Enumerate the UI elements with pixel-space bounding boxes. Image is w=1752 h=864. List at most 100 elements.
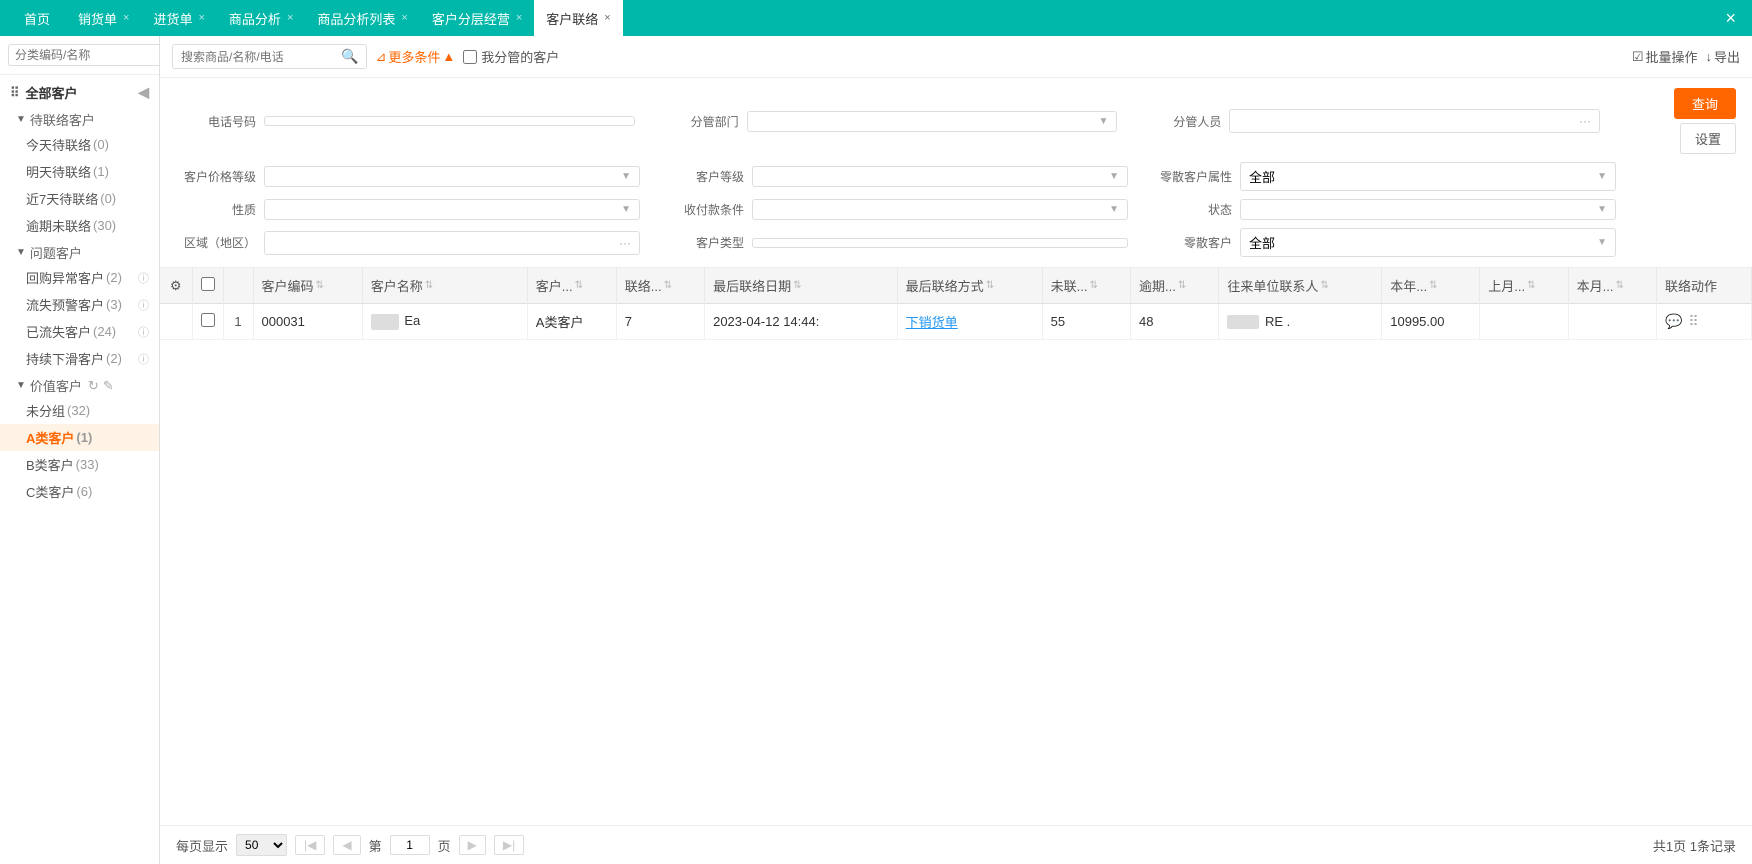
filter-search-input[interactable] (181, 50, 341, 64)
sidebar-item-ungroup[interactable]: 未分组 (32) (0, 397, 159, 424)
row-last-month (1480, 304, 1568, 340)
sidebar-item-overdue[interactable]: 逾期未联络 (30) (0, 212, 159, 239)
col-code[interactable]: 客户编码 ⇅ (253, 268, 362, 304)
sidebar-item-repurchase-abnormal[interactable]: 回购异常客户 (2) ⓘ (0, 264, 159, 291)
page-input[interactable] (390, 835, 430, 855)
close-purchase-tab[interactable]: × (198, 12, 204, 24)
nav-sales[interactable]: 销货单 × (66, 0, 141, 36)
sidebar-item-class-c[interactable]: C类客户 (6) (0, 478, 159, 505)
col-last-month[interactable]: 上月... ⇅ (1480, 268, 1568, 304)
filter-price-grade-select[interactable]: ▼ (264, 166, 640, 187)
col-name[interactable]: 客户名称 ⇅ (362, 268, 527, 304)
row-unit-contact: RE . (1219, 304, 1382, 340)
filter-status-select[interactable]: ▼ (1240, 199, 1616, 220)
edit-value-icon[interactable]: ✎ (103, 378, 114, 394)
sidebar-item-7days[interactable]: 近7天待联络 (0) (0, 185, 159, 212)
nav-purchase[interactable]: 进货单 × (141, 0, 216, 36)
my-customers-filter[interactable]: 我分管的客户 (463, 47, 559, 66)
filter-region-input[interactable]: ··· (264, 231, 640, 255)
filter-payment-select[interactable]: ▼ (752, 199, 1128, 220)
close-customer-contact-tab[interactable]: × (604, 12, 610, 24)
more-filters-btn[interactable]: ⊿ 更多条件 ▲ (375, 47, 455, 66)
group-arrow-value: ▼ (16, 380, 26, 391)
filter-dept-select[interactable]: ▼ (747, 111, 1118, 132)
group-pending-contact[interactable]: ▼ 待联络客户 (0, 106, 159, 131)
col-this-year[interactable]: 本年... ⇅ (1382, 268, 1480, 304)
value-group-actions: ↻ ✎ (88, 378, 114, 394)
sidebar-item-class-a[interactable]: A类客户 (1) (0, 424, 159, 451)
all-customers-header: ⠿ 全部客户 ◀ (0, 75, 159, 106)
nature-arrow-icon: ▼ (621, 204, 631, 215)
sidebar-collapse-btn[interactable]: ◀ (138, 84, 149, 101)
sidebar-item-churned[interactable]: 已流失客户 (24) ⓘ (0, 318, 159, 345)
col-contact[interactable]: 联络... ⇅ (616, 268, 704, 304)
info-icon-declining[interactable]: ⓘ (138, 351, 149, 367)
query-btn[interactable]: 查询 (1674, 88, 1736, 119)
row-name: Ea (362, 304, 527, 340)
qr-icon[interactable]: ⠿ (1688, 313, 1698, 330)
filter-retail-customer-select[interactable]: 全部 ▼ (1240, 228, 1616, 257)
nav-product-list[interactable]: 商品分析列表 × (305, 0, 419, 36)
col-this-month[interactable]: 本月... ⇅ (1568, 268, 1656, 304)
my-customers-checkbox[interactable] (463, 50, 477, 64)
close-customer-tier-tab[interactable]: × (516, 12, 522, 24)
nav-customer-contact[interactable]: 客户联络 × (534, 0, 622, 36)
filter-icon: ⊿ (375, 49, 386, 65)
nav-product-analysis[interactable]: 商品分析 × (217, 0, 305, 36)
refresh-value-icon[interactable]: ↻ (88, 378, 99, 394)
col-category[interactable]: 客户... ⇅ (527, 268, 616, 304)
sidebar-item-today[interactable]: 今天待联络 (0) (0, 131, 159, 158)
info-icon-repurchase[interactable]: ⓘ (138, 270, 149, 286)
group-value-customers[interactable]: ▼ 价值客户 ↻ ✎ (0, 372, 159, 397)
close-all-tabs[interactable]: × (1717, 8, 1744, 29)
filter-customer-type-input[interactable] (752, 238, 1128, 248)
sidebar-item-tomorrow[interactable]: 明天待联络 (1) (0, 158, 159, 185)
chat-icon[interactable]: 💬 (1665, 313, 1682, 330)
prev-page-btn[interactable]: ◀ (333, 835, 360, 855)
info-icon-churned[interactable]: ⓘ (138, 324, 149, 340)
select-all-checkbox[interactable] (201, 277, 215, 291)
close-sales-tab[interactable]: × (123, 12, 129, 24)
group-arrow-pending: ▼ (16, 114, 26, 125)
filter-customer-grade-select[interactable]: ▼ (752, 166, 1128, 187)
filter-retail-attr-select[interactable]: 全部 ▼ (1240, 162, 1616, 191)
per-page-select[interactable]: 50 100 200 (236, 834, 287, 856)
row-checkbox[interactable] (201, 313, 215, 327)
col-overdue[interactable]: 逾期... ⇅ (1131, 268, 1219, 304)
close-product-analysis-tab[interactable]: × (287, 12, 293, 24)
total-records: 共1页 1条记录 (1653, 836, 1736, 855)
filter-person-label: 分管人员 (1141, 113, 1221, 130)
info-icon-churn-warning[interactable]: ⓘ (138, 297, 149, 313)
table-header-row: ⚙ 客户编码 ⇅ (160, 268, 1752, 304)
table-container: ⚙ 客户编码 ⇅ (160, 268, 1752, 864)
col-gear[interactable]: ⚙ (160, 268, 192, 304)
batch-op-btn[interactable]: ☑ 批量操作 (1632, 47, 1698, 66)
first-page-btn[interactable]: |◀ (295, 835, 325, 855)
export-btn[interactable]: ↓ 导出 (1705, 47, 1740, 66)
row-contact: 7 (616, 304, 704, 340)
col-last-date[interactable]: 最后联络日期 ⇅ (705, 268, 898, 304)
group-problem-customers[interactable]: ▼ 问题客户 (0, 239, 159, 264)
nav-customer-tier[interactable]: 客户分层经营 × (420, 0, 534, 36)
last-page-btn[interactable]: ▶| (494, 835, 524, 855)
sidebar-item-declining[interactable]: 持续下滑客户 (2) ⓘ (0, 345, 159, 372)
sidebar-item-churn-warning[interactable]: 流失预警客户 (3) ⓘ (0, 291, 159, 318)
nav-home[interactable]: 首页 (8, 0, 66, 36)
col-unit-contact[interactable]: 往来单位联系人 ⇅ (1219, 268, 1382, 304)
sidebar-search-input[interactable] (8, 44, 160, 66)
next-page-btn[interactable]: ▶ (459, 835, 486, 855)
filter-phone-input[interactable] (264, 116, 635, 126)
filter-nature-select[interactable]: ▼ (264, 199, 640, 220)
setting-btn[interactable]: 设置 (1680, 123, 1736, 154)
sidebar-item-class-b[interactable]: B类客户 (33) (0, 451, 159, 478)
close-product-list-tab[interactable]: × (401, 12, 407, 24)
filter-search-icon[interactable]: 🔍 (341, 48, 358, 65)
filter-row-4: 区域（地区） ··· 客户类型 (176, 228, 1736, 257)
group-arrow-problem: ▼ (16, 247, 26, 258)
col-last-method[interactable]: 最后联络方式 ⇅ (897, 268, 1042, 304)
filter-person-input[interactable]: ··· (1229, 109, 1600, 133)
sort-uncontacted-icon: ⇅ (1090, 280, 1098, 291)
col-uncontacted[interactable]: 未联... ⇅ (1042, 268, 1130, 304)
last-method-link[interactable]: 下销货单 (906, 315, 958, 330)
table-scroll[interactable]: ⚙ 客户编码 ⇅ (160, 268, 1752, 825)
